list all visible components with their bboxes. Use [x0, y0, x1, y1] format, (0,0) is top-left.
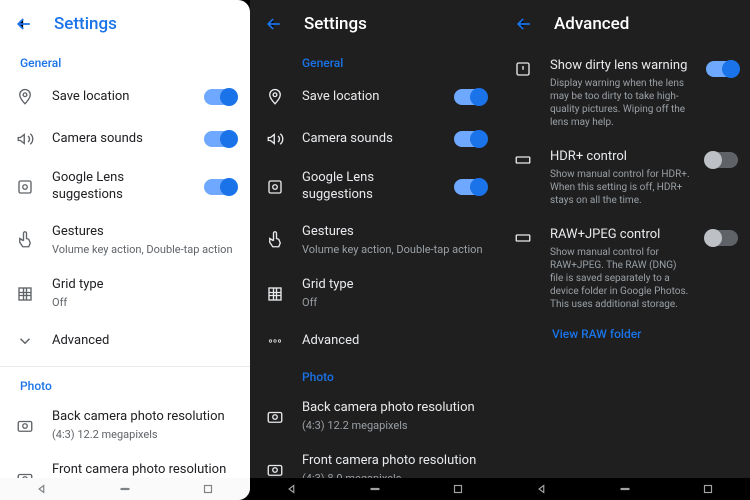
- label: Camera sounds: [52, 131, 188, 148]
- nav-recent-icon[interactable]: [451, 482, 465, 496]
- location-icon: [264, 86, 286, 108]
- sound-icon: [14, 128, 36, 150]
- row-hdr-control[interactable]: HDR+ control Show manual control for HDR+…: [500, 139, 750, 217]
- row-dirty-lens[interactable]: Show dirty lens warning Display warning w…: [500, 48, 750, 139]
- row-raw-control[interactable]: RAW+JPEG control Show manual control for …: [500, 217, 750, 321]
- label: Back camera photo resolution: [302, 400, 486, 417]
- row-advanced[interactable]: Advanced: [250, 320, 500, 362]
- label: Google Lens suggestions: [52, 170, 188, 204]
- sublabel: Display warning when the lens may be too…: [550, 77, 690, 129]
- nav-home-icon[interactable]: [118, 482, 132, 496]
- toggle-save-location[interactable]: [454, 89, 486, 105]
- row-lens[interactable]: Google Lens suggestions: [0, 160, 250, 214]
- page-title: Settings: [304, 14, 367, 34]
- hdr-icon: [512, 149, 534, 171]
- more-icon: [264, 330, 286, 352]
- link-view-raw[interactable]: View RAW folder: [500, 321, 750, 347]
- grid-icon: [14, 283, 36, 305]
- raw-icon: [512, 227, 534, 249]
- toggle-raw[interactable]: [706, 230, 738, 246]
- row-advanced[interactable]: Advanced: [0, 320, 250, 362]
- nav-back-icon[interactable]: [35, 482, 49, 496]
- toggle-dirty-lens[interactable]: [706, 61, 738, 77]
- divider: [0, 366, 250, 367]
- sublabel: Off: [302, 296, 486, 310]
- back-icon[interactable]: [264, 14, 284, 34]
- sublabel: Show manual control for RAW+JPEG. The RA…: [550, 246, 690, 311]
- back-icon[interactable]: [514, 14, 534, 34]
- gesture-icon: [14, 229, 36, 251]
- toggle-hdr[interactable]: [706, 152, 738, 168]
- label: Camera sounds: [302, 131, 438, 148]
- sublabel: Show manual control for HDR+. When this …: [550, 168, 690, 207]
- row-camera-sounds[interactable]: Camera sounds: [250, 118, 500, 160]
- label: Grid type: [302, 277, 486, 294]
- back-icon[interactable]: [14, 14, 34, 34]
- row-lens[interactable]: Google Lens suggestions: [250, 160, 500, 214]
- toggle-camera-sounds[interactable]: [204, 131, 236, 147]
- camera-back-icon: [264, 406, 286, 428]
- row-grid[interactable]: Grid type Off: [250, 267, 500, 320]
- row-save-location[interactable]: Save location: [0, 76, 250, 118]
- page-title: Settings: [54, 14, 117, 34]
- nav-recent-icon[interactable]: [201, 482, 215, 496]
- sublabel: Off: [52, 296, 236, 310]
- label: Front camera photo resolution: [302, 453, 486, 470]
- row-camera-sounds[interactable]: Camera sounds: [0, 118, 250, 160]
- label: RAW+JPEG control: [550, 227, 690, 244]
- sublabel: (4:3) 12.2 megapixels: [302, 419, 486, 433]
- android-navbar: [250, 478, 500, 500]
- label: Back camera photo resolution: [52, 409, 236, 426]
- camera-back-icon: [14, 415, 36, 437]
- toggle-camera-sounds[interactable]: [454, 131, 486, 147]
- row-gestures[interactable]: Gestures Volume key action, Double-tap ac…: [0, 214, 250, 267]
- row-grid[interactable]: Grid type Off: [0, 267, 250, 320]
- label: HDR+ control: [550, 149, 690, 166]
- nav-home-icon[interactable]: [368, 482, 382, 496]
- android-navbar: [0, 478, 250, 500]
- section-general: General: [0, 48, 250, 76]
- sublabel: Volume key action, Double-tap action: [302, 243, 486, 257]
- label: Google Lens suggestions: [302, 170, 438, 204]
- label: Grid type: [52, 277, 236, 294]
- sublabel: (4:3) 12.2 megapixels: [52, 428, 236, 442]
- label: Show dirty lens warning: [550, 58, 690, 75]
- section-photo: Photo: [250, 362, 500, 390]
- gesture-icon: [264, 229, 286, 251]
- section-photo: Photo: [0, 371, 250, 399]
- label: Front camera photo resolution: [52, 462, 236, 479]
- chevron-down-icon: [14, 330, 36, 352]
- nav-home-icon[interactable]: [618, 482, 632, 496]
- row-gestures[interactable]: Gestures Volume key action, Double-tap ac…: [250, 214, 500, 267]
- sound-icon: [264, 128, 286, 150]
- sublabel: Volume key action, Double-tap action: [52, 243, 236, 257]
- lens-icon: [14, 176, 36, 198]
- row-back-res[interactable]: Back camera photo resolution (4:3) 12.2 m…: [250, 390, 500, 443]
- label: Gestures: [302, 224, 486, 241]
- label: Advanced: [302, 333, 486, 350]
- android-navbar: [500, 478, 750, 500]
- nav-back-icon[interactable]: [535, 482, 549, 496]
- label: Save location: [302, 89, 438, 106]
- toggle-save-location[interactable]: [204, 89, 236, 105]
- section-general: General: [250, 48, 500, 76]
- warning-icon: [512, 58, 534, 80]
- label: Save location: [52, 89, 188, 106]
- location-icon: [14, 86, 36, 108]
- toggle-lens[interactable]: [454, 179, 486, 195]
- label: Gestures: [52, 224, 236, 241]
- page-title: Advanced: [554, 14, 629, 34]
- lens-icon: [264, 176, 286, 198]
- toggle-lens[interactable]: [204, 179, 236, 195]
- grid-icon: [264, 283, 286, 305]
- label: Advanced: [52, 333, 236, 350]
- row-save-location[interactable]: Save location: [250, 76, 500, 118]
- nav-recent-icon[interactable]: [701, 482, 715, 496]
- nav-back-icon[interactable]: [285, 482, 299, 496]
- row-back-res[interactable]: Back camera photo resolution (4:3) 12.2 m…: [0, 399, 250, 452]
